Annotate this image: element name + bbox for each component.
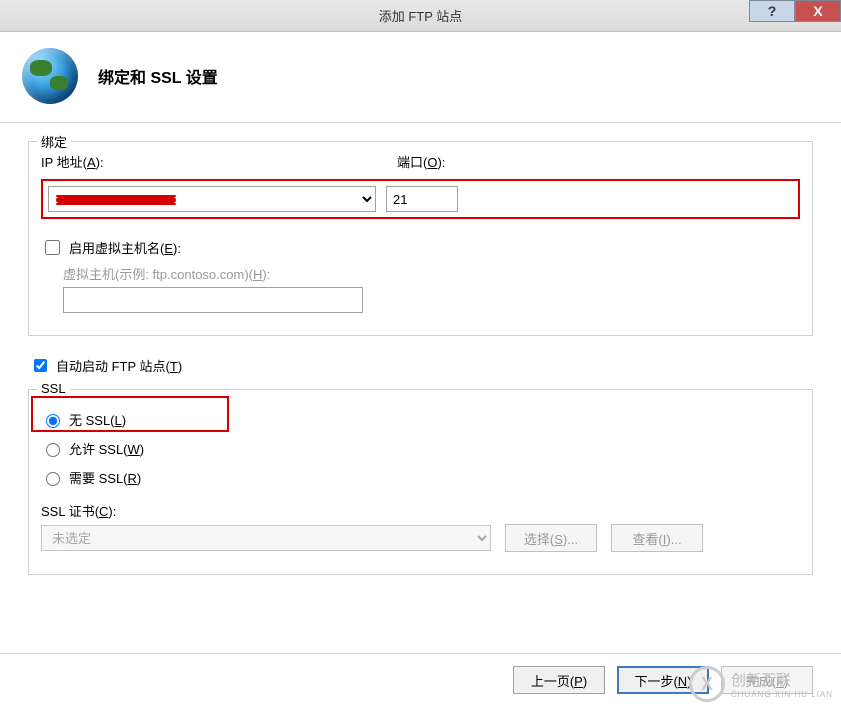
virtual-host-check-label: 启用虚拟主机名(E): <box>69 238 181 257</box>
dialog-header: 绑定和 SSL 设置 <box>0 32 841 123</box>
ssl-cert-select[interactable]: 未选定 <box>41 525 491 551</box>
virtual-host-label: 虚拟主机(示例: ftp.contoso.com)(H): <box>63 264 800 283</box>
require-ssl-radio[interactable] <box>46 472 60 486</box>
auto-start-checkbox[interactable] <box>34 359 47 372</box>
dialog-content: 绑定 IP 地址(A): 端口(O): 启用虚拟主机名 <box>0 123 841 575</box>
no-ssl-highlight <box>31 396 229 432</box>
window-title: 添加 FTP 站点 <box>0 6 841 25</box>
virtual-host-checkbox[interactable] <box>45 240 60 255</box>
allow-ssl-radio[interactable] <box>46 443 60 457</box>
ip-select-wrapper <box>48 186 376 212</box>
no-ssl-row: 无 SSL(L) <box>41 410 800 429</box>
no-ssl-radio[interactable] <box>46 414 60 428</box>
view-cert-button[interactable]: 查看(I)... <box>611 524 703 552</box>
dialog-footer: 上一页(P) 下一步(N) 完成(F) <box>0 653 841 712</box>
next-button[interactable]: 下一步(N) <box>617 666 709 694</box>
no-ssl-label: 无 SSL(L) <box>69 410 126 429</box>
require-ssl-label: 需要 SSL(R) <box>69 468 141 487</box>
ip-address-label: IP 地址(A): <box>41 152 381 171</box>
require-ssl-row: 需要 SSL(R) <box>41 468 800 487</box>
finish-button[interactable]: 完成(F) <box>721 666 813 694</box>
auto-start-row: 自动启动 FTP 站点(T) <box>30 356 813 375</box>
titlebar-buttons: ? X <box>749 0 841 22</box>
allow-ssl-label: 允许 SSL(W) <box>69 439 144 458</box>
close-button[interactable]: X <box>795 0 841 22</box>
previous-button[interactable]: 上一页(P) <box>513 666 605 694</box>
virtual-host-input <box>63 287 363 313</box>
port-input[interactable] <box>386 186 458 212</box>
select-cert-button[interactable]: 选择(S)... <box>505 524 597 552</box>
help-button[interactable]: ? <box>749 0 795 22</box>
ssl-fieldset: SSL 无 SSL(L) 允许 SSL(W) 需要 SSL(R) SSL 证书(… <box>28 389 813 575</box>
port-label: 端口(O): <box>397 152 445 171</box>
ssl-legend: SSL <box>37 381 70 396</box>
page-title: 绑定和 SSL 设置 <box>98 64 218 88</box>
ssl-cert-label: SSL 证书(C): <box>41 501 800 520</box>
globe-icon <box>22 48 78 104</box>
allow-ssl-row: 允许 SSL(W) <box>41 439 800 458</box>
auto-start-label: 自动启动 FTP 站点(T) <box>56 356 182 375</box>
binding-fieldset: 绑定 IP 地址(A): 端口(O): 启用虚拟主机名 <box>28 141 813 336</box>
redacted-ip <box>56 197 176 203</box>
binding-highlight <box>41 179 800 219</box>
binding-legend: 绑定 <box>37 132 71 151</box>
titlebar: 添加 FTP 站点 ? X <box>0 0 841 32</box>
